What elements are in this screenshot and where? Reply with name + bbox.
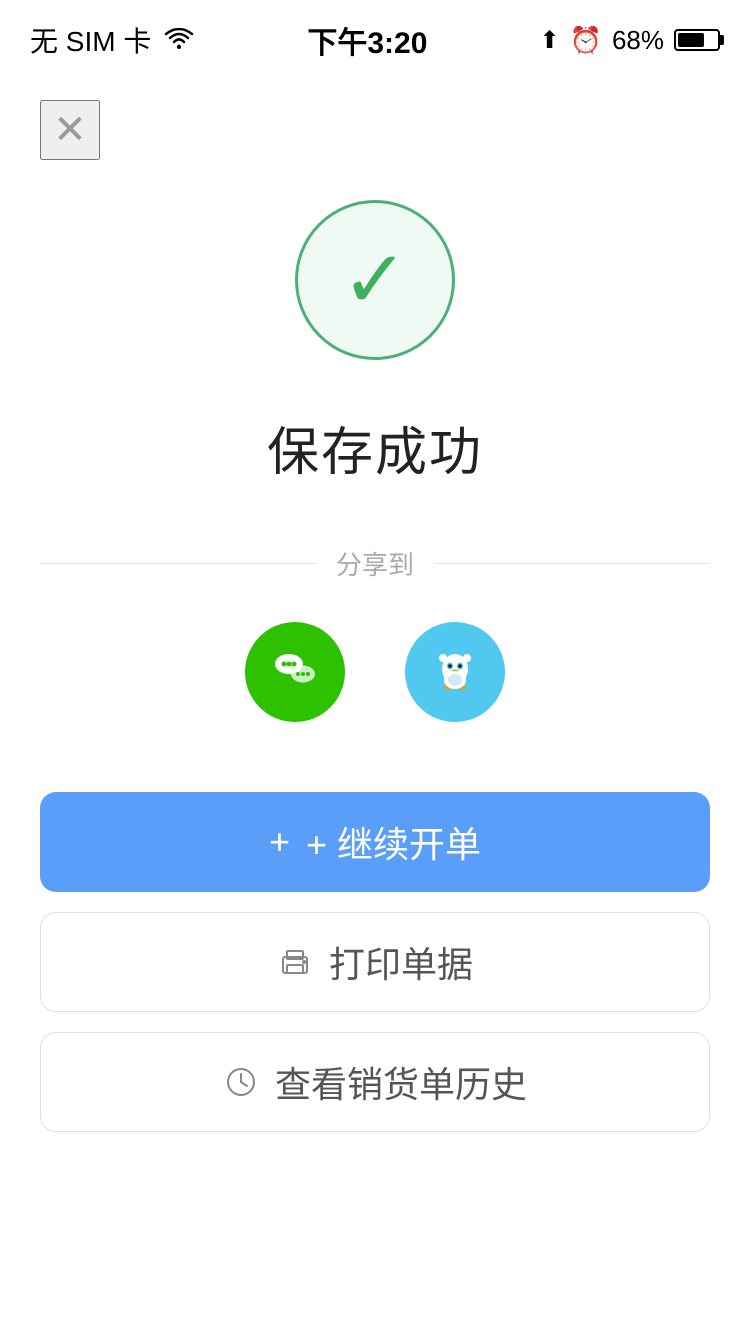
share-section: 分享到	[40, 545, 710, 722]
divider-line-right	[434, 563, 710, 564]
print-button[interactable]: 打印单据	[40, 912, 710, 1012]
success-icon-circle: ✓	[295, 200, 455, 360]
plus-icon: +	[269, 821, 290, 863]
qq-icon	[427, 644, 483, 700]
battery-icon	[674, 29, 720, 51]
status-left: 无 SIM 卡	[30, 20, 195, 60]
continue-button[interactable]: + + 继续开单	[40, 792, 710, 892]
success-title: 保存成功	[267, 410, 483, 485]
status-right: ⬆ ⏰ 68%	[539, 25, 720, 56]
status-bar: 无 SIM 卡 下午3:20 ⬆ ⏰ 68%	[0, 0, 750, 80]
location-icon: ⬆	[539, 26, 559, 55]
clock-icon	[223, 1064, 259, 1100]
alarm-icon: ⏰	[570, 25, 602, 56]
page-content: ✕ ✓ 保存成功 分享到	[0, 80, 750, 1334]
status-time: 下午3:20	[307, 18, 427, 62]
no-sim-label: 无 SIM 卡	[30, 20, 151, 60]
history-button[interactable]: 查看销货单历史	[40, 1032, 710, 1132]
close-button[interactable]: ✕	[40, 100, 100, 160]
close-icon: ✕	[53, 110, 87, 150]
share-icons-row	[245, 622, 505, 722]
share-divider: 分享到	[40, 545, 710, 582]
divider-line-left	[40, 563, 316, 564]
battery-percent: 68%	[612, 25, 664, 56]
share-label: 分享到	[336, 545, 414, 582]
history-button-label: 查看销货单历史	[275, 1056, 527, 1108]
wechat-share-button[interactable]	[245, 622, 345, 722]
checkmark-icon: ✓	[341, 240, 408, 320]
qq-share-button[interactable]	[405, 622, 505, 722]
print-button-label: 打印单据	[329, 936, 473, 988]
action-buttons: + + 继续开单 打印单据 查看销货单历史	[40, 792, 710, 1132]
wifi-icon	[163, 28, 195, 52]
wechat-icon	[267, 644, 323, 700]
continue-button-label: + 继续开单	[306, 816, 481, 868]
printer-icon	[277, 944, 313, 980]
